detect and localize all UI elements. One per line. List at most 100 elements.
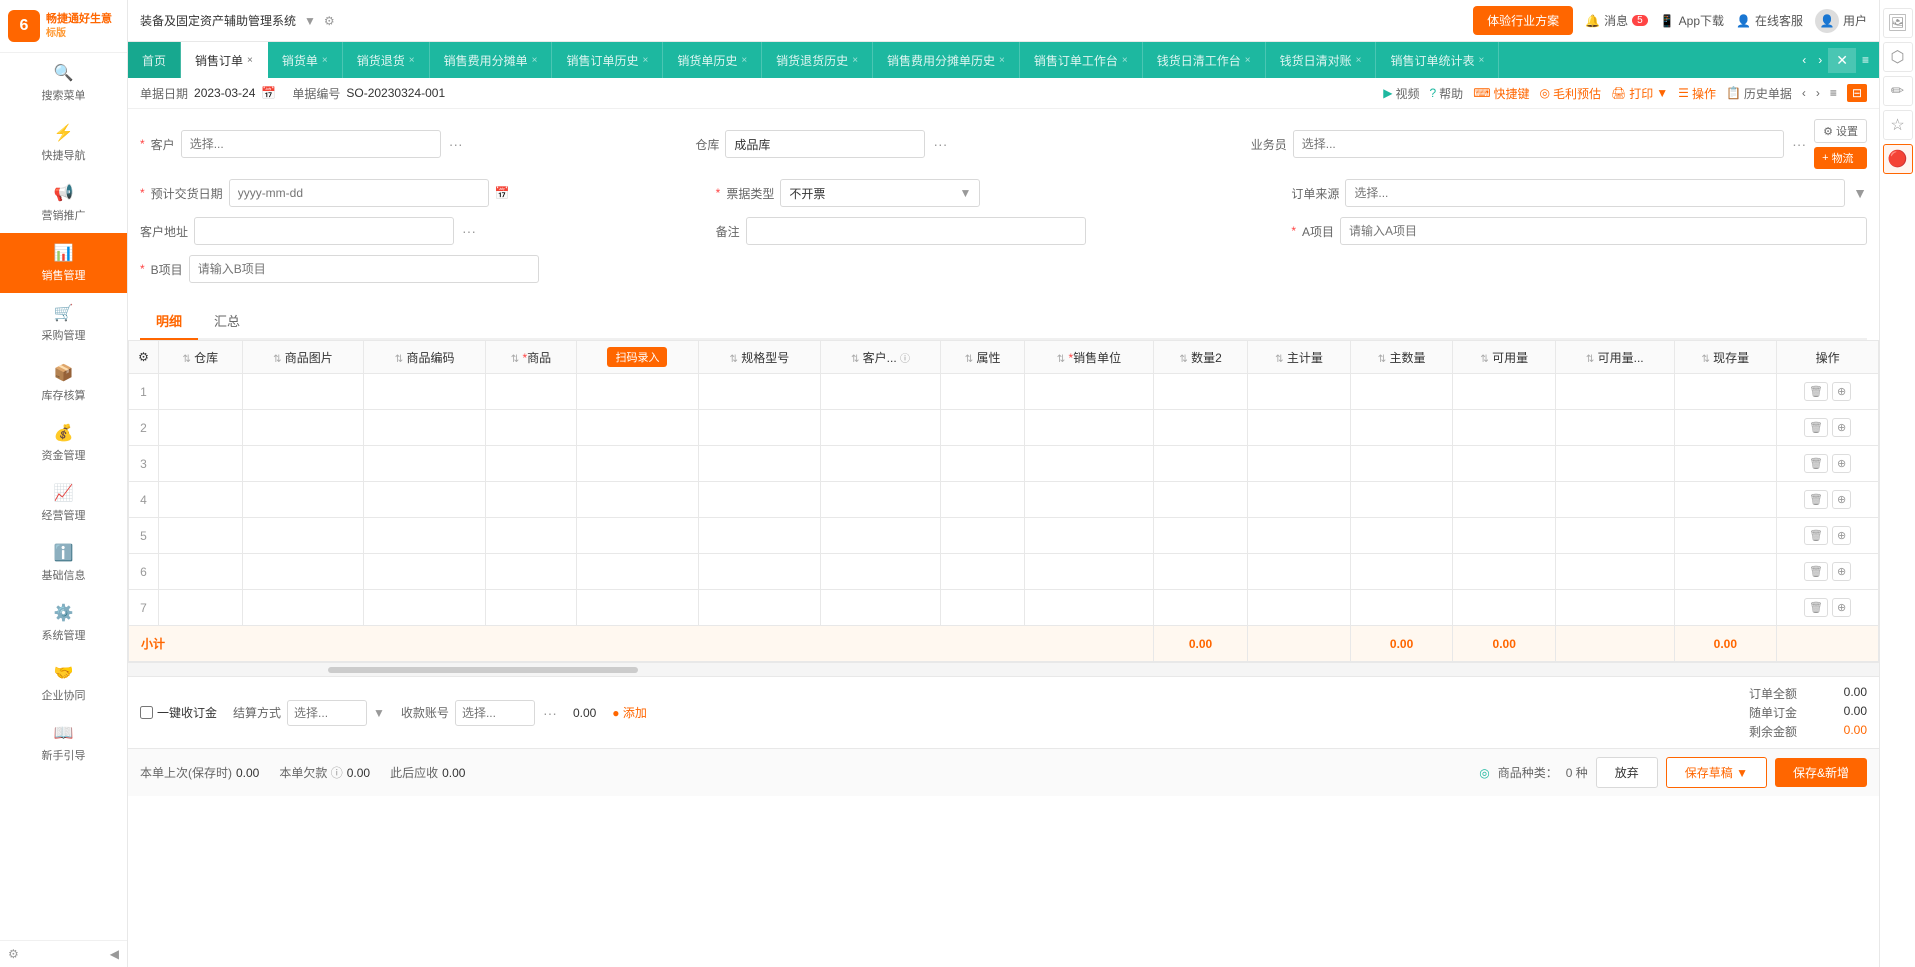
row-6-spec[interactable] [699, 554, 821, 590]
row-4-customer-code[interactable] [820, 482, 941, 518]
row-2-main-unit[interactable] [1248, 410, 1351, 446]
row-2-code[interactable] [364, 410, 486, 446]
row-1-qty2[interactable] [1153, 374, 1247, 410]
row-6-available-more[interactable] [1556, 554, 1674, 590]
expected-date-input[interactable] [229, 179, 489, 207]
row-2-copy-btn[interactable]: ⊕ [1832, 418, 1851, 437]
close-sales-order-history-icon[interactable]: × [642, 55, 648, 66]
tab-order-workspace[interactable]: 销售订单工作台 × [1020, 42, 1143, 78]
close-daily-workspace-icon[interactable]: × [1245, 55, 1251, 66]
customer-addr-input[interactable] [194, 217, 454, 245]
close-goods-history-icon[interactable]: × [741, 55, 747, 66]
row-7-sales-unit[interactable] [1024, 590, 1153, 626]
receipt-more-icon[interactable]: ··· [543, 705, 557, 721]
row-2-delete-btn[interactable]: 🗑 [1804, 418, 1828, 437]
row-7-warehouse[interactable] [159, 590, 243, 626]
grid-view-icon[interactable]: ⊟ [1847, 84, 1867, 102]
th-available-more[interactable]: ⇅ 可用量... [1556, 341, 1674, 374]
row-7-current-stock[interactable] [1674, 590, 1777, 626]
close-sales-goods-icon[interactable]: × [322, 55, 328, 66]
nav-prev-form-icon[interactable]: ‹ [1802, 86, 1806, 100]
tab-summary[interactable]: 汇总 [198, 303, 256, 340]
tab-fee-history[interactable]: 销售费用分摊单历史 × [873, 42, 1020, 78]
row-1-available-more[interactable] [1556, 374, 1674, 410]
order-source-input[interactable] [1345, 179, 1845, 207]
row-7-main-qty[interactable] [1350, 590, 1453, 626]
right-panel-star-icon[interactable]: ☆ [1883, 110, 1913, 140]
row-6-code[interactable] [364, 554, 486, 590]
row-3-spec[interactable] [699, 446, 821, 482]
row-6-sales-unit[interactable] [1024, 554, 1153, 590]
right-panel-edit-icon[interactable]: ✏ [1883, 76, 1913, 106]
th-attributes[interactable]: ⇅ 属性 [941, 341, 1025, 374]
row-6-delete-btn[interactable]: 🗑 [1804, 562, 1828, 581]
add-link[interactable]: ● 添加 [612, 704, 647, 721]
warehouse-input[interactable] [725, 130, 925, 158]
row-4-warehouse[interactable] [159, 482, 243, 518]
row-5-code[interactable] [364, 518, 486, 554]
row-6-customer-code[interactable] [820, 554, 941, 590]
row-2-available-more[interactable] [1556, 410, 1674, 446]
row-6-available[interactable] [1453, 554, 1556, 590]
row-7-attributes[interactable] [941, 590, 1025, 626]
row-2-customer-code[interactable] [820, 410, 941, 446]
close-daily-reconcile-icon[interactable]: × [1356, 55, 1362, 66]
row-7-product[interactable] [485, 590, 576, 626]
row-6-attributes[interactable] [941, 554, 1025, 590]
row-2-warehouse[interactable] [159, 410, 243, 446]
date-calendar-icon[interactable]: 📅 [495, 186, 510, 200]
tab-sales-order[interactable]: 销售订单 × [181, 42, 268, 78]
print-action[interactable]: 🖨 打印 ▼ [1611, 85, 1668, 102]
list-view-icon[interactable]: ≡ [1830, 86, 1837, 100]
row-4-copy-btn[interactable]: ⊕ [1832, 490, 1851, 509]
settings-button[interactable]: ⚙ 设置 [1814, 119, 1867, 143]
row-1-sales-unit[interactable] [1024, 374, 1153, 410]
th-available[interactable]: ⇅ 可用量 [1453, 341, 1556, 374]
sidebar-item-operations[interactable]: 📈 经营管理 [0, 473, 127, 533]
row-6-main-unit[interactable] [1248, 554, 1351, 590]
row-1-customer-code[interactable] [820, 374, 941, 410]
th-current-stock[interactable]: ⇅ 现存量 [1674, 341, 1777, 374]
row-5-available[interactable] [1453, 518, 1556, 554]
row-4-product[interactable] [485, 482, 576, 518]
row-7-spec[interactable] [699, 590, 821, 626]
nav-close-all-icon[interactable]: ✕ [1828, 48, 1856, 73]
row-3-warehouse[interactable] [159, 446, 243, 482]
nav-menu-icon[interactable]: ≡ [1856, 49, 1875, 71]
row-5-spec[interactable] [699, 518, 821, 554]
operate-action[interactable]: ☰ 操作 [1678, 85, 1716, 102]
receipt-no-input[interactable] [455, 700, 535, 726]
tab-sales-return[interactable]: 销货退货 × [343, 42, 430, 78]
history-action[interactable]: 📋 历史单据 [1726, 85, 1792, 102]
sidebar-item-search[interactable]: 🔍 搜索菜单 [0, 53, 127, 113]
row-1-available[interactable] [1453, 374, 1556, 410]
row-4-available-more[interactable] [1556, 482, 1674, 518]
row-7-code[interactable] [364, 590, 486, 626]
row-5-delete-btn[interactable]: 🗑 [1804, 526, 1828, 545]
row-3-customer-code[interactable] [820, 446, 941, 482]
close-sales-order-icon[interactable]: × [247, 55, 253, 66]
b-project-input[interactable] [189, 255, 539, 283]
row-6-product[interactable] [485, 554, 576, 590]
row-5-warehouse[interactable] [159, 518, 243, 554]
row-6-current-stock[interactable] [1674, 554, 1777, 590]
salesperson-input[interactable] [1293, 130, 1784, 158]
th-qty2[interactable]: ⇅ 数量2 [1153, 341, 1247, 374]
row-7-available-more[interactable] [1556, 590, 1674, 626]
close-sales-return-icon[interactable]: × [409, 55, 415, 66]
sidebar-collapse-icon[interactable]: ◀ [110, 947, 119, 961]
row-1-spec[interactable] [699, 374, 821, 410]
sidebar-item-system[interactable]: ⚙️ 系统管理 [0, 593, 127, 653]
settings-gear-icon[interactable]: ⚙ [324, 14, 335, 28]
row-3-attributes[interactable] [941, 446, 1025, 482]
row-5-qty2[interactable] [1153, 518, 1247, 554]
th-product-image[interactable]: ⇅ 商品图片 [242, 341, 364, 374]
save-draft-button[interactable]: 保存草稿 ▼ [1666, 757, 1767, 788]
row-7-customer-code[interactable] [820, 590, 941, 626]
row-5-customer-code[interactable] [820, 518, 941, 554]
online-support-item[interactable]: 👤 在线客服 [1736, 12, 1803, 29]
discard-button[interactable]: 放弃 [1596, 757, 1658, 788]
warehouse-more-icon[interactable]: ··· [933, 136, 947, 152]
row-7-qty2[interactable] [1153, 590, 1247, 626]
profit-action[interactable]: ◎ 毛利预估 [1540, 85, 1602, 102]
